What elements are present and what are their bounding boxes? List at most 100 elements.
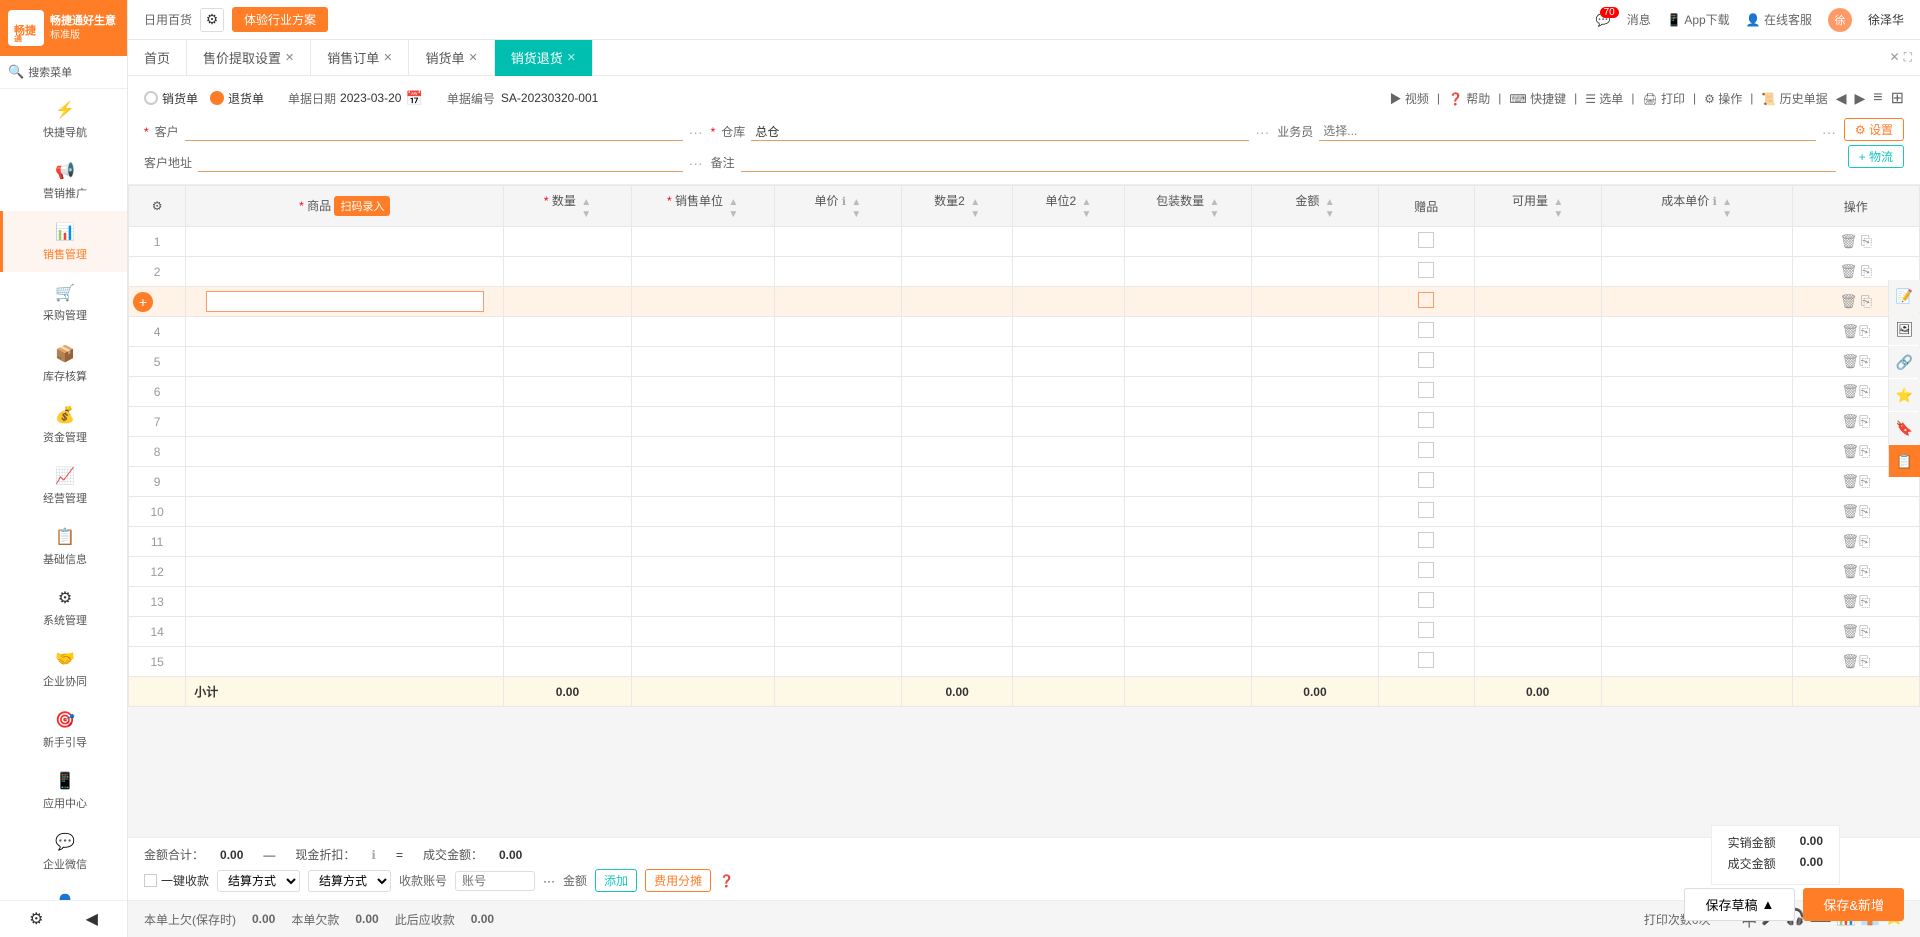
radio-sale-bill[interactable]: 销货单 — [144, 90, 198, 107]
grid-view-icon[interactable]: ⊞ — [1891, 88, 1904, 108]
trial-button[interactable]: 体验行业方案 — [232, 7, 328, 32]
calendar-icon[interactable]: 📅 — [405, 90, 422, 107]
warehouse-select-icon[interactable]: ··· — [1255, 124, 1269, 140]
tab-home[interactable]: 首页 — [128, 40, 187, 76]
product-cell-1[interactable] — [186, 227, 504, 257]
toolbar-history[interactable]: 📜 历史单据 — [1761, 90, 1827, 107]
delete-row-1[interactable]: 🗑 — [1840, 233, 1858, 249]
sidebar-item-quicknav[interactable]: ⚡ 快捷导航 — [0, 89, 127, 150]
salesperson-input[interactable] — [1319, 122, 1816, 141]
delete-row-2[interactable]: 🗑 — [1840, 263, 1858, 279]
next-record-icon[interactable]: ▶ — [1854, 90, 1865, 107]
tab-close-sales-return[interactable]: ✕ — [567, 51, 576, 64]
copy-row-3[interactable]: ⎘ — [1861, 293, 1872, 309]
warehouse-field: * 仓库 ··· — [711, 118, 1270, 145]
sidebar-item-marketing[interactable]: 📢 营销推广 — [0, 150, 127, 211]
save-draft-button[interactable]: 保存草稿 ▲ — [1684, 888, 1795, 921]
toolbar-help[interactable]: ❓ 帮助 — [1448, 90, 1490, 107]
expense-split-button[interactable]: 费用分摊 — [645, 869, 711, 892]
col-settings[interactable]: ⚙ — [129, 186, 186, 227]
tab-close-price-settings[interactable]: ✕ — [285, 51, 294, 64]
account-input[interactable] — [455, 871, 535, 891]
rp-note-icon[interactable]: 📝 — [1888, 280, 1920, 312]
customer-input[interactable] — [185, 122, 683, 141]
rp-bookmark-icon[interactable]: 🔖 — [1888, 412, 1920, 444]
sidebar-item-guide[interactable]: 🎯 新手引导 — [0, 699, 127, 760]
list-view-icon[interactable]: ≡ — [1873, 89, 1882, 107]
rp-orange-icon[interactable]: 📋 — [1888, 445, 1920, 477]
toolbar-print[interactable]: 🖨 打印 — [1642, 90, 1685, 107]
toolbar-video[interactable]: ▶ 视频 — [1390, 90, 1429, 107]
calc-method-select[interactable]: 结算方式 — [217, 870, 300, 892]
table-row: 15🗑⎘ — [129, 647, 1920, 677]
copy-row-1[interactable]: ⎘ — [1861, 233, 1872, 249]
close-tab-icon[interactable]: ✕ — [1890, 50, 1900, 65]
app-download-link[interactable]: 📱 App下载 — [1667, 11, 1730, 28]
rp-link-icon[interactable]: 🔗 — [1888, 346, 1920, 378]
toolbar-operate[interactable]: ⚙ 操作 — [1704, 90, 1742, 107]
toolbar-shortcut[interactable]: ⌨ 快捷键 — [1509, 90, 1566, 107]
sidebar-item-finance[interactable]: 💰 资金管理 — [0, 394, 127, 455]
sidebar-item-basic[interactable]: 📋 基础信息 — [0, 516, 127, 577]
search-menu-item[interactable]: 🔍 搜索菜单 — [0, 56, 127, 89]
topbar-msg-label: 消息 — [1627, 11, 1651, 28]
copy-row-2[interactable]: ⎘ — [1861, 263, 1872, 279]
col-gift: 赠品 — [1379, 186, 1474, 227]
gift-checkbox-3[interactable] — [1418, 292, 1434, 308]
customer-service-link[interactable]: 👤 在线客服 — [1746, 11, 1812, 28]
tab-sales-return[interactable]: 销货退货 ✕ — [495, 40, 593, 76]
maximize-icon[interactable]: ⛶ — [1904, 50, 1912, 65]
radio-return-bill[interactable]: 退货单 — [210, 90, 264, 107]
tab-price-settings[interactable]: 售价提取设置 ✕ — [187, 40, 311, 76]
table-row: 2 🗑 — [129, 257, 1920, 287]
prev-record-icon[interactable]: ◀ — [1836, 90, 1847, 107]
add-row-button[interactable]: + — [133, 292, 153, 312]
tab-close-sales-bill[interactable]: ✕ — [469, 51, 478, 64]
bottom-area: 金额合计： 0.00 — 现金折扣： ℹ = 成交金额： 0.00 一键收款 结… — [128, 837, 1920, 900]
product-input-3[interactable] — [206, 291, 484, 312]
rp-image-icon[interactable]: 🖼 — [1888, 313, 1920, 345]
sidebar-item-enterprise[interactable]: 🤝 企业协同 — [0, 638, 127, 699]
gift-checkbox-1[interactable] — [1418, 232, 1434, 248]
dropdown-arrow-icon[interactable]: ▲ — [1761, 897, 1774, 912]
address-input[interactable] — [198, 153, 683, 172]
table-row: 14🗑⎘ — [129, 617, 1920, 647]
expense-help-icon[interactable]: ❓ — [719, 874, 734, 888]
message-icon[interactable]: 💬 70 — [1596, 13, 1611, 27]
delete-row-3[interactable]: 🗑 — [1840, 293, 1858, 309]
settings-button[interactable]: ⚙ 设置 — [1844, 118, 1904, 141]
remark-input[interactable] — [741, 153, 1836, 172]
settings-icon[interactable]: ⚙ — [29, 909, 43, 929]
writeoff-method-select[interactable]: 结算方式 — [308, 870, 391, 892]
one-click-payment-checkbox[interactable]: 一键收款 — [144, 872, 209, 889]
customer-select-icon[interactable]: ··· — [689, 124, 703, 140]
username[interactable]: 徐泽华 — [1868, 11, 1904, 28]
sidebar-item-purchase[interactable]: 🛒 采购管理 — [0, 272, 127, 333]
tab-sales-bill[interactable]: 销货单 ✕ — [409, 40, 494, 76]
tab-close-sales-order[interactable]: ✕ — [383, 51, 392, 64]
sidebar-item-member[interactable]: 👤 畅会员 — [0, 882, 127, 900]
sidebar-item-inventory[interactable]: 📦 库存核算 — [0, 333, 127, 394]
add-payment-button[interactable]: 添加 — [595, 869, 637, 892]
sidebar-item-system[interactable]: ⚙ 系统管理 — [0, 577, 127, 638]
address-select-icon[interactable]: ··· — [689, 155, 703, 171]
add-logistics-button[interactable]: + 物流 — [1848, 145, 1904, 168]
discount-help-icon[interactable]: ℹ — [371, 848, 376, 862]
toolbar-select[interactable]: ☰ 选单 — [1585, 90, 1623, 107]
sidebar-item-appstore[interactable]: 📱 应用中心 — [0, 760, 127, 821]
save-new-button[interactable]: 保存&新增 — [1803, 888, 1904, 921]
sidebar-item-wechat[interactable]: 💬 企业微信 — [0, 821, 127, 882]
collapse-icon[interactable]: ◀ — [86, 909, 98, 929]
gift-checkbox-2[interactable] — [1418, 262, 1434, 278]
bill-date-field: 单据日期 2023-03-20 📅 — [288, 90, 423, 107]
transaction-amount-row: 成交金额 0.00 — [1728, 855, 1823, 872]
rp-star-icon[interactable]: ⭐ — [1888, 379, 1920, 411]
sidebar-item-sales[interactable]: 📊 销售管理 — [0, 211, 127, 272]
sidebar-item-business[interactable]: 📈 经营管理 — [0, 455, 127, 516]
scan-input-button[interactable]: 扫码录入 — [334, 196, 390, 216]
salesperson-select-icon[interactable]: ··· — [1822, 124, 1836, 140]
settings-button[interactable]: ⚙ — [200, 8, 224, 32]
tab-sales-order[interactable]: 销售订单 ✕ — [311, 40, 409, 76]
warehouse-input[interactable] — [751, 122, 1249, 141]
radio-circle-sale — [144, 91, 158, 105]
